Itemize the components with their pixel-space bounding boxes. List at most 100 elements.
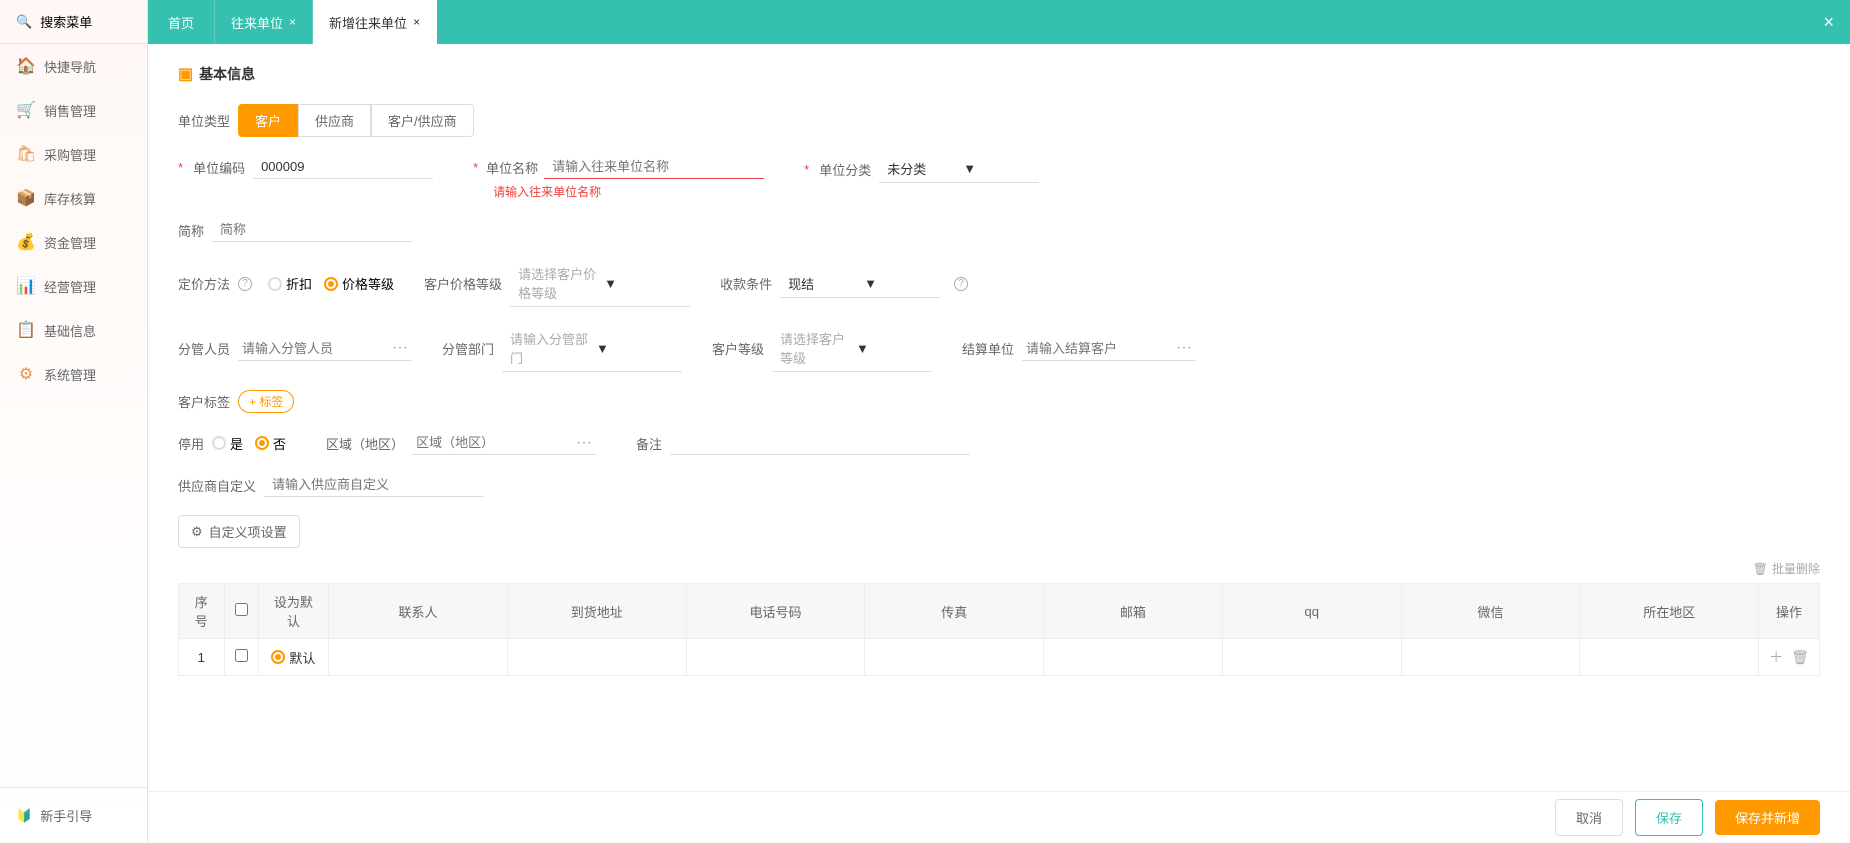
pricing-options: 折扣 价格等级 (268, 274, 394, 293)
region-more-btn[interactable]: ··· (572, 434, 596, 452)
sidebar-item-label: 采购管理 (44, 145, 96, 164)
custom-setting-btn[interactable]: ⚙ 自定义项设置 (178, 515, 300, 548)
region-input-wrap: ··· (412, 431, 596, 455)
home-icon: 🏠 (16, 56, 36, 76)
cell-email[interactable] (1044, 639, 1223, 676)
cancel-button[interactable]: 取消 (1555, 799, 1623, 836)
tab-add-contact-label: 新增往来单位 (329, 13, 407, 32)
abbr-row: 简称 (178, 218, 1820, 242)
radio-default[interactable]: 默认 (269, 648, 319, 667)
unit-category-select[interactable]: 未分类 ▼ (879, 155, 1039, 183)
radio-disabled-no[interactable]: 否 (255, 434, 286, 453)
address-input[interactable] (518, 650, 676, 665)
region-input[interactable] (412, 431, 572, 454)
payment-terms-help-icon[interactable]: ? (954, 277, 968, 291)
cell-phone[interactable] (686, 639, 865, 676)
cell-wechat[interactable] (1401, 639, 1580, 676)
sidebar-item-finance[interactable]: 💰 资金管理 (0, 220, 147, 264)
batch-delete-label[interactable]: 批量删除 (1772, 560, 1820, 577)
pricing-help-icon[interactable]: ? (238, 277, 252, 291)
radio-disabled-yes[interactable]: 是 (212, 434, 243, 453)
sidebar-item-operations[interactable]: 📊 经营管理 (0, 264, 147, 308)
radio-disabled-yes-label: 是 (230, 434, 243, 453)
payment-terms-value: 现结 (788, 274, 860, 293)
settlement-unit-input[interactable] (1022, 337, 1172, 360)
unit-category-arrow: ▼ (963, 161, 1035, 176)
region-field: 区域（地区） ··· (326, 431, 596, 455)
search-menu[interactable]: 🔍 搜索菜单 (0, 0, 147, 44)
btn-type-customer[interactable]: 客户 (238, 104, 298, 137)
disabled-label: 停用 (178, 434, 204, 453)
sidebar-item-label: 系统管理 (44, 365, 96, 384)
cell-contact[interactable] (329, 639, 508, 676)
radio-default-circle (271, 650, 285, 664)
sidebar-item-sales[interactable]: 🛒 销售管理 (0, 88, 147, 132)
custom-setting-section: ⚙ 自定义项设置 (178, 515, 1820, 548)
customer-level-placeholder: 请选择客户等级 (780, 329, 852, 367)
tab-contact-list-close[interactable]: × (289, 15, 296, 29)
unit-type-group: 客户 供应商 客户/供应商 (238, 104, 474, 137)
tabbar-close-all[interactable]: × (1807, 12, 1850, 33)
unit-code-input[interactable] (253, 155, 433, 179)
unit-type-row: 单位类型 客户 供应商 客户/供应商 (178, 104, 1820, 137)
save-button[interactable]: 保存 (1635, 799, 1703, 836)
email-input[interactable] (1054, 650, 1212, 665)
row-checkbox[interactable] (235, 649, 248, 662)
supplier-custom-input[interactable] (264, 473, 484, 497)
manager-more-btn[interactable]: ··· (388, 339, 412, 357)
batch-delete-area: 🗑 批量删除 (178, 560, 1820, 577)
unit-info-row: * 单位编码 * 单位名称 请输入往来单位名称 * 单位分类 未分类 ▼ (178, 155, 1820, 200)
cell-checkbox[interactable] (224, 639, 258, 676)
delete-row-btn[interactable]: 🗑 (1791, 649, 1809, 666)
col-qq: qq (1222, 584, 1401, 639)
cell-area[interactable] (1580, 639, 1759, 676)
cell-qq[interactable] (1222, 639, 1401, 676)
customer-price-level-select[interactable]: 请选择客户价格等级 ▼ (510, 260, 690, 307)
col-checkbox[interactable] (224, 584, 258, 639)
settlement-unit-more-btn[interactable]: ··· (1172, 339, 1196, 357)
payment-terms-select[interactable]: 现结 ▼ (780, 270, 940, 298)
settlement-unit-input-wrap: ··· (1022, 337, 1196, 361)
radio-price-level[interactable]: 价格等级 (324, 274, 394, 293)
btn-type-both[interactable]: 客户/供应商 (371, 104, 474, 137)
fax-input[interactable] (875, 650, 1033, 665)
custom-setting-label: 自定义项设置 (209, 522, 287, 541)
cell-fax[interactable] (865, 639, 1044, 676)
add-tag-btn[interactable]: + 标签 (238, 390, 294, 413)
customer-level-select[interactable]: 请选择客户等级 ▼ (772, 325, 932, 372)
manager-input[interactable] (238, 337, 388, 360)
tab-add-contact-close[interactable]: × (413, 15, 420, 29)
radio-discount[interactable]: 折扣 (268, 274, 312, 293)
sidebar-item-basic-info[interactable]: 📋 基础信息 (0, 308, 147, 352)
department-select[interactable]: 请输入分管部门 ▼ (502, 325, 682, 372)
abbr-label: 简称 (178, 221, 204, 240)
sidebar-item-quick-nav[interactable]: 🏠 快捷导航 (0, 44, 147, 88)
contact-input[interactable] (339, 650, 497, 665)
abbr-input[interactable] (212, 218, 412, 242)
unit-name-input[interactable] (544, 155, 764, 179)
tab-contact-list[interactable]: 往来单位 × (215, 0, 313, 44)
qq-input[interactable] (1233, 650, 1391, 665)
select-all-checkbox[interactable] (235, 603, 248, 616)
cell-address[interactable] (507, 639, 686, 676)
sidebar-item-guide[interactable]: 🔰 新手引导 (0, 796, 147, 835)
tab-home[interactable]: 首页 (148, 0, 215, 44)
btn-type-supplier[interactable]: 供应商 (298, 104, 371, 137)
tab-add-contact[interactable]: 新增往来单位 × (313, 0, 437, 44)
sidebar-item-inventory[interactable]: 📦 库存核算 (0, 176, 147, 220)
area-input[interactable] (1590, 650, 1748, 665)
sidebar-item-system[interactable]: ⚙ 系统管理 (0, 352, 147, 396)
wechat-input[interactable] (1412, 650, 1570, 665)
sidebar: 🔍 搜索菜单 🏠 快捷导航 🛒 销售管理 🛍 采购管理 📦 库存核算 💰 资金管… (0, 0, 148, 843)
remark-input[interactable] (670, 431, 970, 455)
unit-code-required: * (178, 160, 183, 175)
unit-category-value: 未分类 (887, 159, 959, 178)
add-row-btn[interactable]: ＋ (1769, 647, 1783, 667)
search-menu-label: 搜索菜单 (40, 12, 92, 31)
region-label: 区域（地区） (326, 434, 404, 453)
phone-input[interactable] (697, 650, 855, 665)
operations-icon: 📊 (16, 276, 36, 296)
save-new-button[interactable]: 保存并新增 (1715, 800, 1820, 835)
system-icon: ⚙ (16, 364, 36, 384)
sidebar-item-purchase[interactable]: 🛍 采购管理 (0, 132, 147, 176)
